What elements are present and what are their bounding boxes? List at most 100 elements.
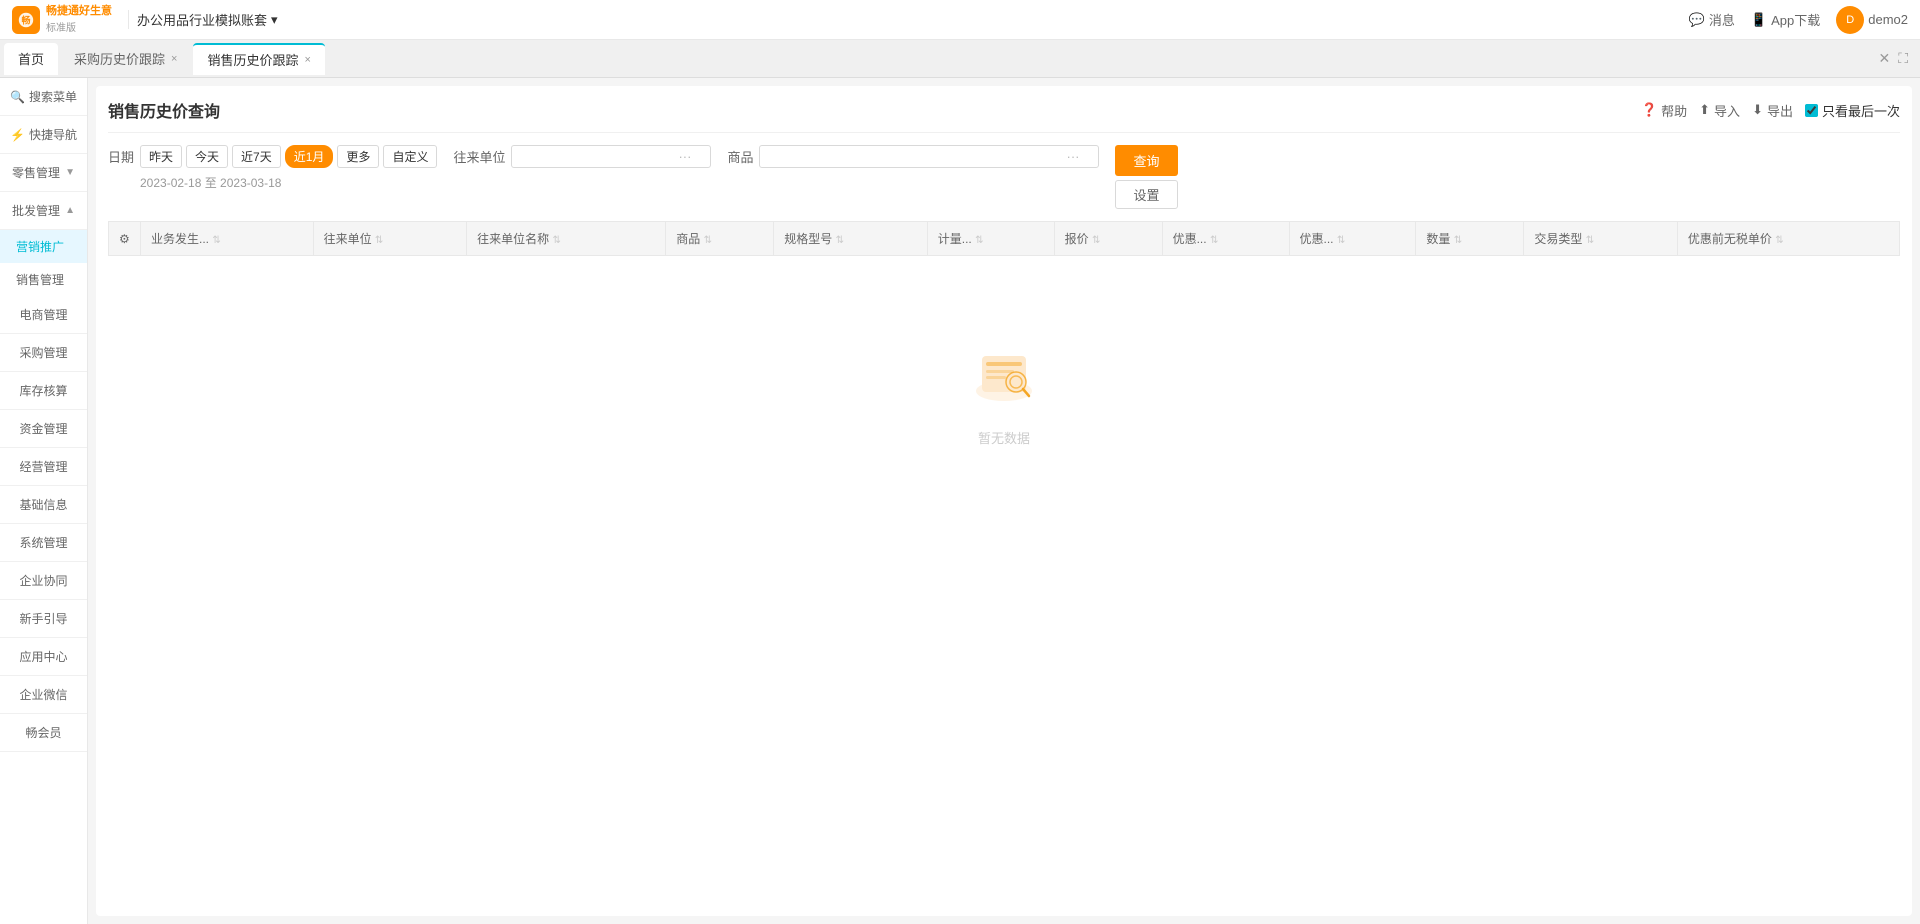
sort-no-tax-price-icon: ⇅	[1775, 235, 1783, 246]
col-discount1[interactable]: 优惠... ⇅	[1162, 222, 1289, 256]
col-product-label: 商品	[676, 232, 700, 246]
col-trade-type[interactable]: 交易类型 ⇅	[1524, 222, 1678, 256]
help-btn[interactable]: ❓ 帮助	[1641, 101, 1687, 120]
user-area[interactable]: D demo2	[1836, 6, 1908, 34]
top-header: 畅 畅捷通好生意 标准版 办公用品行业模拟账套 ▾ 💬 消息 📱 App下载 D…	[0, 0, 1920, 40]
date-filter: 日期 昨天 今天 近7天 近1月 更多 自定义 2023-02-18 至 202…	[108, 145, 437, 191]
sidebar-item-wechat[interactable]: 企业微信	[0, 676, 87, 714]
col-discount2-label: 优惠...	[1300, 232, 1334, 246]
sort-spec-icon: ⇅	[836, 235, 844, 246]
sidebar-item-search[interactable]: 🔍 搜索菜单	[0, 78, 87, 116]
sort-partner-code-icon: ⇅	[375, 235, 383, 246]
partner-dots-icon: ···	[678, 149, 691, 164]
col-discount1-label: 优惠...	[1173, 232, 1207, 246]
sidebar-item-finance[interactable]: 资金管理	[0, 410, 87, 448]
page-actions: ❓ 帮助 ⬆ 导入 ⬇ 导出 只看最后一次	[1641, 101, 1900, 120]
col-discount2[interactable]: 优惠... ⇅	[1289, 222, 1416, 256]
only-last-checkbox[interactable]	[1805, 104, 1818, 117]
basic-label: 基础信息	[19, 496, 67, 513]
tab-purchase[interactable]: 采购历史价跟踪 ×	[60, 43, 191, 75]
maximize-btn[interactable]: ⛶	[1898, 50, 1908, 67]
sidebar-item-operations[interactable]: 经营管理	[0, 448, 87, 486]
col-business-date[interactable]: 业务发生... ⇅	[141, 222, 314, 256]
date-buttons: 昨天 今天 近7天 近1月 更多 自定义	[140, 145, 437, 168]
logo-subtext: 标准版	[46, 19, 112, 34]
date-btn-custom[interactable]: 自定义	[383, 145, 437, 168]
sidebar-item-newbie[interactable]: 新手引导	[0, 600, 87, 638]
partner-input[interactable]	[518, 149, 678, 164]
empty-text: 暂无数据	[978, 428, 1030, 447]
sidebar-item-retail[interactable]: 零售管理 ▼	[0, 154, 87, 192]
date-btn-today[interactable]: 今天	[186, 145, 228, 168]
only-last-checkbox-area[interactable]: 只看最后一次	[1805, 101, 1900, 120]
sidebar-item-enterprise[interactable]: 企业协同	[0, 562, 87, 600]
import-icon: ⬆	[1699, 102, 1710, 118]
product-input[interactable]	[766, 149, 1066, 164]
sidebar-subitem-marketing[interactable]: 营销推广	[0, 230, 87, 263]
date-btn-7days[interactable]: 近7天	[232, 145, 281, 168]
close-all-tabs-btn[interactable]: ✕	[1878, 50, 1890, 67]
logo-area: 畅 畅捷通好生意 标准版	[12, 5, 112, 33]
home-tab-label: 首页	[18, 49, 44, 68]
col-no-tax-price[interactable]: 优惠前无税单价 ⇅	[1677, 222, 1899, 256]
sidebar-item-inventory[interactable]: 库存核算	[0, 372, 87, 410]
message-label: 消息	[1709, 10, 1735, 29]
page-title: 销售历史价查询	[108, 98, 220, 122]
main-layout: 🔍 搜索菜单 ⚡ 快捷导航 零售管理 ▼ 批发管理 ▲ 营销推广 销售管理 电商…	[0, 78, 1920, 924]
sort-discount1-icon: ⇅	[1210, 235, 1218, 246]
export-btn[interactable]: ⬇ 导出	[1752, 101, 1793, 120]
settings-btn[interactable]: 设置	[1115, 180, 1177, 209]
header-right: 💬 消息 📱 App下载 D demo2	[1689, 6, 1908, 34]
retail-arrow-icon: ▼	[65, 167, 75, 178]
search-icon: 🔍	[10, 90, 25, 104]
col-product[interactable]: 商品 ⇅	[666, 222, 774, 256]
purchase-label: 采购管理	[19, 344, 67, 361]
date-btn-yesterday[interactable]: 昨天	[140, 145, 182, 168]
date-filter-label: 日期	[108, 147, 134, 166]
sidebar-item-purchase[interactable]: 采购管理	[0, 334, 87, 372]
sidebar-subitem-sales-mgmt[interactable]: 销售管理	[0, 263, 87, 296]
sidebar-item-ecommerce[interactable]: 电商管理	[0, 296, 87, 334]
col-quantity[interactable]: 数量 ⇅	[1416, 222, 1524, 256]
only-last-label: 只看最后一次	[1822, 101, 1900, 120]
sidebar-item-basic[interactable]: 基础信息	[0, 486, 87, 524]
sort-discount2-icon: ⇅	[1337, 235, 1345, 246]
col-no-tax-price-label: 优惠前无税单价	[1688, 232, 1772, 246]
help-icon: ❓	[1641, 102, 1657, 118]
query-btn[interactable]: 查询	[1115, 145, 1177, 176]
col-spec[interactable]: 规格型号 ⇅	[774, 222, 928, 256]
col-partner-name[interactable]: 往来单位名称 ⇅	[467, 222, 666, 256]
sidebar-wholesale-label: 批发管理	[12, 202, 60, 219]
close-sales-tab-icon[interactable]: ×	[304, 54, 310, 66]
col-quote[interactable]: 报价 ⇅	[1054, 222, 1162, 256]
content-area: 销售历史价查询 ❓ 帮助 ⬆ 导入 ⬇ 导出	[88, 78, 1920, 924]
sidebar-item-quick[interactable]: ⚡ 快捷导航	[0, 116, 87, 154]
import-btn[interactable]: ⬆ 导入	[1699, 101, 1740, 120]
col-unit[interactable]: 计量... ⇅	[927, 222, 1054, 256]
app-download-btn[interactable]: 📱 App下载	[1751, 10, 1820, 29]
tab-home[interactable]: 首页	[4, 43, 58, 75]
sidebar-item-apps[interactable]: 应用中心	[0, 638, 87, 676]
date-btn-more[interactable]: 更多	[337, 145, 379, 168]
app-download-label: App下载	[1771, 10, 1820, 29]
date-btn-1month[interactable]: 近1月	[285, 145, 334, 168]
sidebar-item-member[interactable]: 畅会员	[0, 714, 87, 752]
sidebar-item-wholesale[interactable]: 批发管理 ▲	[0, 192, 87, 230]
message-btn[interactable]: 💬 消息	[1689, 10, 1735, 29]
operations-label: 经营管理	[19, 458, 67, 475]
tab-sales[interactable]: 销售历史价跟踪 ×	[193, 43, 324, 75]
enterprise-label: 企业协同	[19, 572, 67, 589]
workspace-selector[interactable]: 办公用品行业模拟账套 ▾	[128, 10, 286, 29]
sidebar-item-system[interactable]: 系统管理	[0, 524, 87, 562]
col-spec-label: 规格型号	[784, 232, 832, 246]
product-filter-label: 商品	[727, 147, 753, 166]
product-dots-icon: ···	[1066, 149, 1079, 164]
col-partner-name-label: 往来单位名称	[477, 232, 549, 246]
data-table: ⚙ 业务发生... ⇅ 往来单位 ⇅ 往来单位名称	[108, 221, 1900, 256]
logo-text-area: 畅捷通好生意 标准版	[46, 5, 112, 33]
sales-mgmt-label: 销售管理	[16, 273, 64, 287]
col-settings[interactable]: ⚙	[109, 222, 141, 256]
col-partner-code[interactable]: 往来单位 ⇅	[313, 222, 467, 256]
close-purchase-tab-icon[interactable]: ×	[171, 53, 177, 65]
empty-state: 暂无数据	[108, 256, 1900, 527]
